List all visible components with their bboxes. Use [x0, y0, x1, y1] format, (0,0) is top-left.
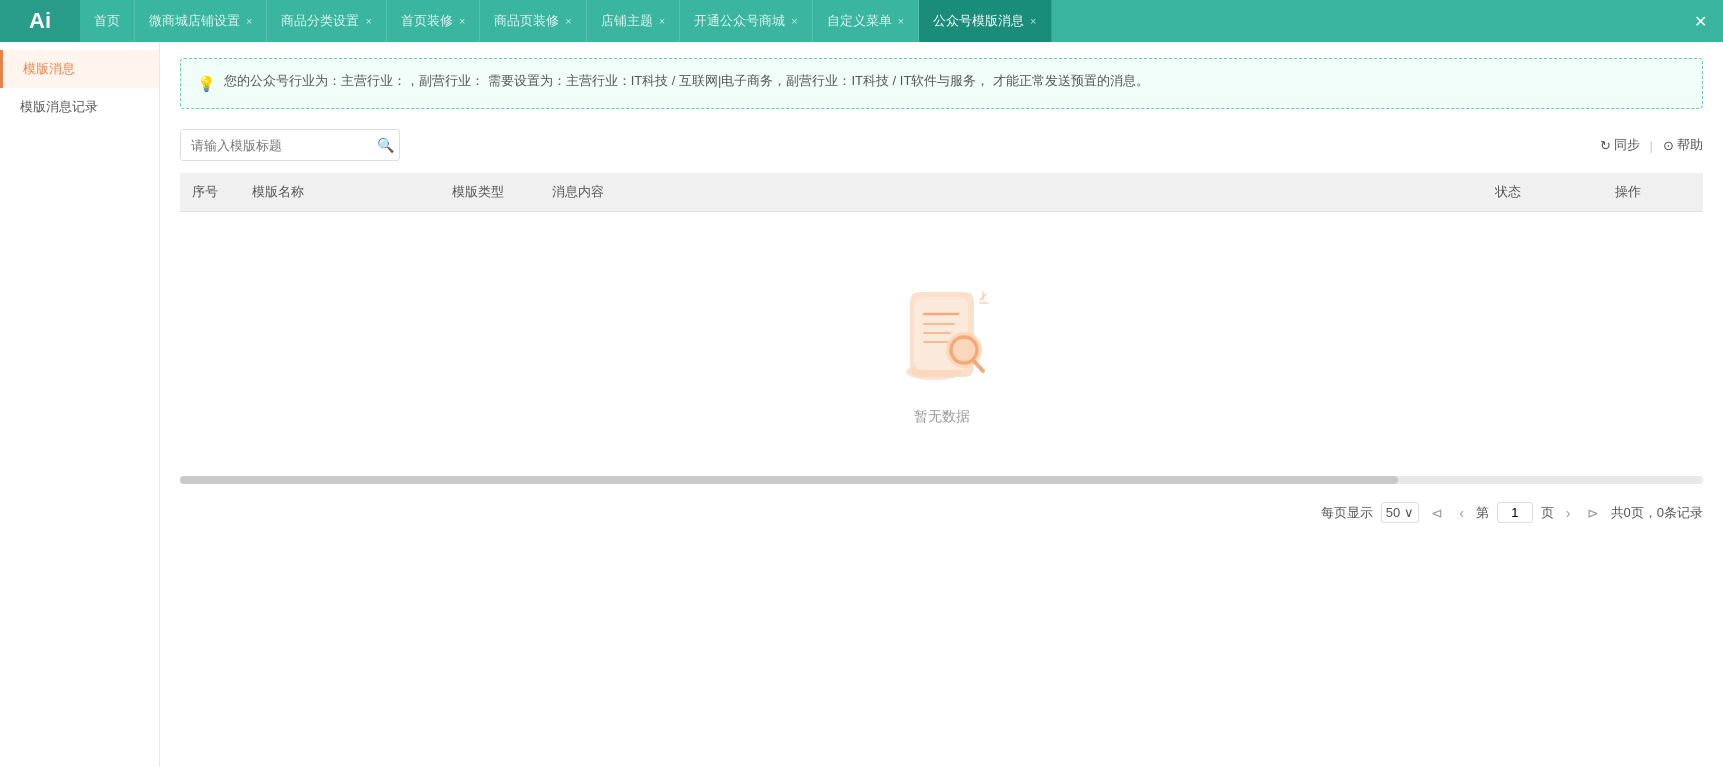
table-header-2: 模版类型: [440, 173, 540, 212]
last-page-button[interactable]: ⊳: [1583, 503, 1603, 523]
nav-tab-label-1: 微商城店铺设置: [149, 12, 240, 30]
main-layout: 模版消息模版消息记录 💡 您的公众号行业为：主营行业：，副营行业： 需要设置为：…: [0, 42, 1723, 767]
help-label: 帮助: [1677, 136, 1703, 154]
notice-text-after: 才能正常发送预置的消息。: [993, 73, 1149, 88]
page-input[interactable]: [1497, 502, 1533, 523]
table-body: 暂无数据: [180, 212, 1703, 467]
nav-tab-close-2[interactable]: ×: [365, 15, 371, 27]
sync-label: 同步: [1614, 136, 1640, 154]
notice-text: 您的公众号行业为：主营行业：，副营行业： 需要设置为：主营行业：IT科技 / 互…: [224, 71, 1149, 92]
nav-tab-2[interactable]: 商品分类设置 ×: [267, 0, 386, 42]
notice-icon: 💡: [197, 72, 216, 96]
search-input[interactable]: [181, 130, 369, 160]
total-label: 共0页，0条记录: [1611, 504, 1703, 522]
search-row: 🔍 ↻ 同步 | ⊙ 帮助: [180, 129, 1703, 161]
nav-tab-8[interactable]: 公众号模版消息 ×: [919, 0, 1051, 42]
search-button[interactable]: 🔍: [369, 137, 400, 153]
table-header-row: 序号模版名称模版类型消息内容状态操作: [180, 173, 1703, 212]
search-input-wrap: 🔍: [180, 129, 400, 161]
top-nav: Ai 首页微商城店铺设置×商品分类设置×首页装修×商品页装修×店铺主题×开通公众…: [0, 0, 1723, 42]
nav-tab-1[interactable]: 微商城店铺设置 ×: [135, 0, 267, 42]
sync-help-area: ↻ 同步 | ⊙ 帮助: [1600, 136, 1703, 154]
nav-tab-label-3: 首页装修: [401, 12, 453, 30]
page-unit: 页: [1541, 504, 1554, 522]
chevron-down-icon: ∨: [1404, 505, 1414, 520]
nav-tab-close-5[interactable]: ×: [659, 15, 665, 27]
sync-icon: ↻: [1600, 138, 1611, 153]
page-label: 第: [1476, 504, 1489, 522]
nav-tab-label-2: 商品分类设置: [281, 12, 359, 30]
empty-state: 暂无数据: [180, 212, 1703, 466]
nav-tab-label-4: 商品页装修: [494, 12, 559, 30]
nav-tab-close-7[interactable]: ×: [898, 15, 904, 27]
page-size-select[interactable]: 50 ∨: [1381, 502, 1419, 523]
nav-tabs: 首页微商城店铺设置×商品分类设置×首页装修×商品页装修×店铺主题×开通公众号商城…: [80, 0, 1678, 42]
nav-tab-0[interactable]: 首页: [80, 0, 135, 42]
scrollbar-thumb[interactable]: [180, 476, 1398, 484]
nav-tab-4[interactable]: 商品页装修 ×: [480, 0, 586, 42]
nav-tab-label-8: 公众号模版消息: [933, 12, 1024, 30]
main-content: 💡 您的公众号行业为：主营行业：，副营行业： 需要设置为：主营行业：IT科技 /…: [160, 42, 1723, 767]
sidebar: 模版消息模版消息记录: [0, 42, 160, 767]
page-size-label: 每页显示: [1321, 504, 1373, 522]
prev-page-button[interactable]: ‹: [1455, 503, 1468, 523]
sidebar-item-0[interactable]: 模版消息: [0, 50, 159, 88]
help-button[interactable]: ⊙ 帮助: [1663, 136, 1703, 154]
sync-button[interactable]: ↻ 同步: [1600, 136, 1640, 154]
horizontal-scrollbar[interactable]: [180, 476, 1703, 484]
notice-box: 💡 您的公众号行业为：主营行业：，副营行业： 需要设置为：主营行业：IT科技 /…: [180, 58, 1703, 109]
sidebar-item-1[interactable]: 模版消息记录: [0, 88, 159, 126]
nav-tab-close-8[interactable]: ×: [1030, 15, 1036, 27]
table-header-5: 操作: [1603, 173, 1703, 212]
notice-text-before: 您的公众号行业为：主营行业：，副营行业：: [224, 73, 484, 88]
empty-state-row: 暂无数据: [180, 212, 1703, 467]
nav-tab-label-5: 店铺主题: [601, 12, 653, 30]
toolbar-divider: |: [1650, 138, 1653, 153]
first-page-button[interactable]: ⊲: [1427, 503, 1447, 523]
nav-tab-label-6: 开通公众号商城: [694, 12, 785, 30]
nav-tab-7[interactable]: 自定义菜单 ×: [813, 0, 919, 42]
empty-text: 暂无数据: [914, 408, 970, 426]
nav-tab-close-6[interactable]: ×: [791, 15, 797, 27]
table-header-4: 状态: [1483, 173, 1603, 212]
search-icon: 🔍: [377, 137, 394, 153]
nav-tab-close-3[interactable]: ×: [459, 15, 465, 27]
data-table: 序号模版名称模版类型消息内容状态操作: [180, 173, 1703, 466]
table-header-0: 序号: [180, 173, 240, 212]
page-size-value: 50: [1386, 505, 1400, 520]
notice-highlight: 需要设置为：主营行业：IT科技 / 互联网|电子商务，副营行业：IT科技 / I…: [488, 73, 990, 88]
nav-tab-5[interactable]: 店铺主题 ×: [587, 0, 680, 42]
nav-tab-close-4[interactable]: ×: [565, 15, 571, 27]
help-icon: ⊙: [1663, 138, 1674, 153]
table-header: 序号模版名称模版类型消息内容状态操作: [180, 173, 1703, 212]
pagination-row: 每页显示 50 ∨ ⊲ ‹ 第 页 › ⊳ 共0页，0条记录: [180, 494, 1703, 531]
svg-line-7: [973, 360, 983, 371]
next-page-button[interactable]: ›: [1562, 503, 1575, 523]
nav-tab-6[interactable]: 开通公众号商城 ×: [680, 0, 812, 42]
close-all-button[interactable]: ✕: [1678, 12, 1723, 31]
nav-tab-label-7: 自定义菜单: [827, 12, 892, 30]
nav-tab-close-1[interactable]: ×: [246, 15, 252, 27]
table-header-1: 模版名称: [240, 173, 440, 212]
nav-tab-3[interactable]: 首页装修 ×: [387, 0, 480, 42]
table-header-3: 消息内容: [540, 173, 1483, 212]
app-logo: Ai: [0, 0, 80, 42]
empty-illustration: [882, 272, 1002, 392]
nav-tab-label-0: 首页: [94, 12, 120, 30]
